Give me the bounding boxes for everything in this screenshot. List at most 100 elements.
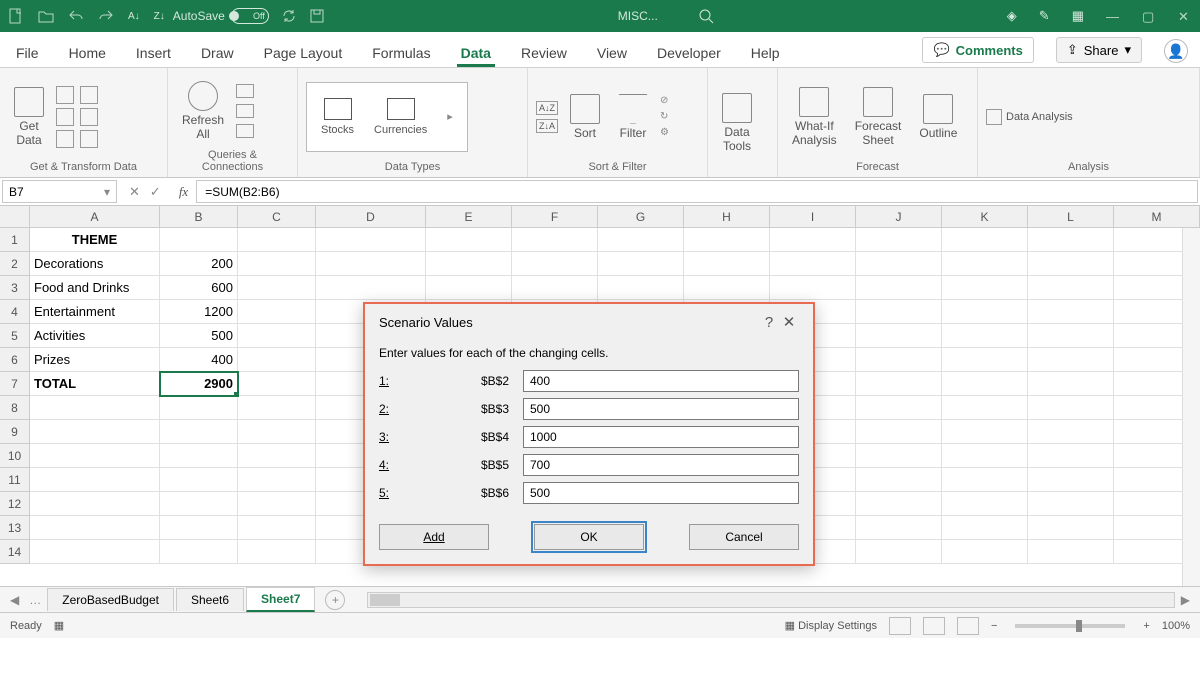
queries-icon[interactable] (236, 84, 254, 98)
close-button[interactable]: ✕ (1178, 9, 1192, 23)
cell[interactable] (1028, 372, 1114, 396)
cell[interactable] (160, 228, 238, 252)
cell[interactable] (238, 228, 316, 252)
sheet-nav-dots[interactable]: … (25, 593, 45, 607)
cell[interactable] (856, 492, 942, 516)
cell[interactable] (1028, 396, 1114, 420)
cell[interactable] (238, 348, 316, 372)
cell[interactable] (160, 444, 238, 468)
recent-sources-icon[interactable] (80, 108, 98, 126)
cell[interactable] (942, 324, 1028, 348)
cell[interactable]: 200 (160, 252, 238, 276)
row-header[interactable]: 1 (0, 228, 30, 252)
sort-za-icon[interactable]: Z↓A (536, 119, 558, 133)
from-web-icon[interactable] (80, 86, 98, 104)
cell[interactable] (426, 276, 512, 300)
sheet-tab-zerobasedbudget[interactable]: ZeroBasedBudget (47, 588, 174, 611)
cell[interactable] (942, 444, 1028, 468)
cell[interactable] (238, 324, 316, 348)
cell[interactable]: Decorations (30, 252, 160, 276)
maximize-button[interactable]: ▢ (1142, 9, 1156, 23)
cell[interactable] (856, 468, 942, 492)
tab-insert[interactable]: Insert (132, 37, 175, 67)
column-header[interactable]: G (598, 206, 684, 227)
cell[interactable] (856, 420, 942, 444)
brush-icon[interactable]: ✎ (1039, 8, 1050, 24)
tab-file[interactable]: File (12, 37, 43, 67)
cell[interactable] (856, 324, 942, 348)
zoom-slider[interactable] (1015, 624, 1125, 628)
sheet-nav-prev[interactable]: ◀ (6, 593, 23, 607)
sort-az-icon[interactable]: A↓Z (536, 101, 558, 115)
tab-draw[interactable]: Draw (197, 37, 238, 67)
cell[interactable] (1028, 324, 1114, 348)
zoom-in-button[interactable]: + (1143, 620, 1149, 632)
from-table-icon[interactable] (56, 108, 74, 126)
formula-input[interactable]: =SUM(B2:B6) (196, 180, 1198, 203)
cell[interactable] (160, 516, 238, 540)
cell[interactable] (856, 276, 942, 300)
fx-icon[interactable]: fx (171, 178, 196, 205)
autosave-toggle[interactable]: AutoSave Off (173, 8, 269, 24)
row-header[interactable]: 6 (0, 348, 30, 372)
cell[interactable] (1028, 228, 1114, 252)
row-header[interactable]: 9 (0, 420, 30, 444)
cell[interactable] (238, 396, 316, 420)
cell[interactable] (238, 372, 316, 396)
cell[interactable] (426, 252, 512, 276)
row-header[interactable]: 11 (0, 468, 30, 492)
cell[interactable] (942, 420, 1028, 444)
edit-links-icon[interactable] (236, 124, 254, 138)
clear-icon[interactable]: ⊘ (660, 95, 669, 106)
open-icon[interactable] (38, 8, 54, 24)
tab-view[interactable]: View (593, 37, 631, 67)
tab-home[interactable]: Home (65, 37, 110, 67)
horizontal-scrollbar[interactable] (367, 592, 1174, 608)
cell[interactable] (942, 372, 1028, 396)
row-header[interactable]: 3 (0, 276, 30, 300)
row-header[interactable]: 10 (0, 444, 30, 468)
column-header[interactable]: M (1114, 206, 1200, 227)
tab-formulas[interactable]: Formulas (368, 37, 434, 67)
row-header[interactable]: 12 (0, 492, 30, 516)
stocks-button[interactable]: Stocks (321, 98, 354, 136)
cell[interactable] (238, 468, 316, 492)
cell[interactable] (30, 468, 160, 492)
cell[interactable] (426, 228, 512, 252)
cell[interactable] (238, 420, 316, 444)
app-icon[interactable]: ▦ (1072, 8, 1084, 24)
cell[interactable] (1028, 540, 1114, 564)
page-layout-view-button[interactable] (923, 617, 945, 635)
cell[interactable] (1028, 492, 1114, 516)
normal-view-button[interactable] (889, 617, 911, 635)
column-header[interactable]: B (160, 206, 238, 227)
cell[interactable] (238, 276, 316, 300)
cell[interactable] (856, 300, 942, 324)
data-tools-button[interactable]: Data Tools (716, 91, 758, 155)
cell[interactable] (160, 396, 238, 420)
search-icon[interactable] (698, 8, 714, 24)
cell[interactable] (598, 252, 684, 276)
cell[interactable] (30, 516, 160, 540)
cell[interactable] (942, 348, 1028, 372)
cell[interactable]: Entertainment (30, 300, 160, 324)
cell[interactable]: 1200 (160, 300, 238, 324)
column-header[interactable]: C (238, 206, 316, 227)
dialog-close-button[interactable]: ✕ (779, 313, 799, 331)
cell[interactable]: TOTAL (30, 372, 160, 396)
column-header[interactable]: I (770, 206, 856, 227)
name-box[interactable]: B7▾ (2, 180, 117, 203)
row-header[interactable]: 4 (0, 300, 30, 324)
cell[interactable]: 600 (160, 276, 238, 300)
cell[interactable] (238, 252, 316, 276)
cell[interactable]: 2900 (160, 372, 238, 396)
zoom-level[interactable]: 100% (1162, 620, 1190, 632)
cell[interactable] (1028, 420, 1114, 444)
sort-button[interactable]: Sort (564, 92, 606, 142)
cell[interactable] (160, 468, 238, 492)
cell[interactable] (684, 252, 770, 276)
cell[interactable] (160, 492, 238, 516)
more-icon[interactable] (80, 130, 98, 148)
cell[interactable] (512, 252, 598, 276)
cell[interactable] (238, 444, 316, 468)
